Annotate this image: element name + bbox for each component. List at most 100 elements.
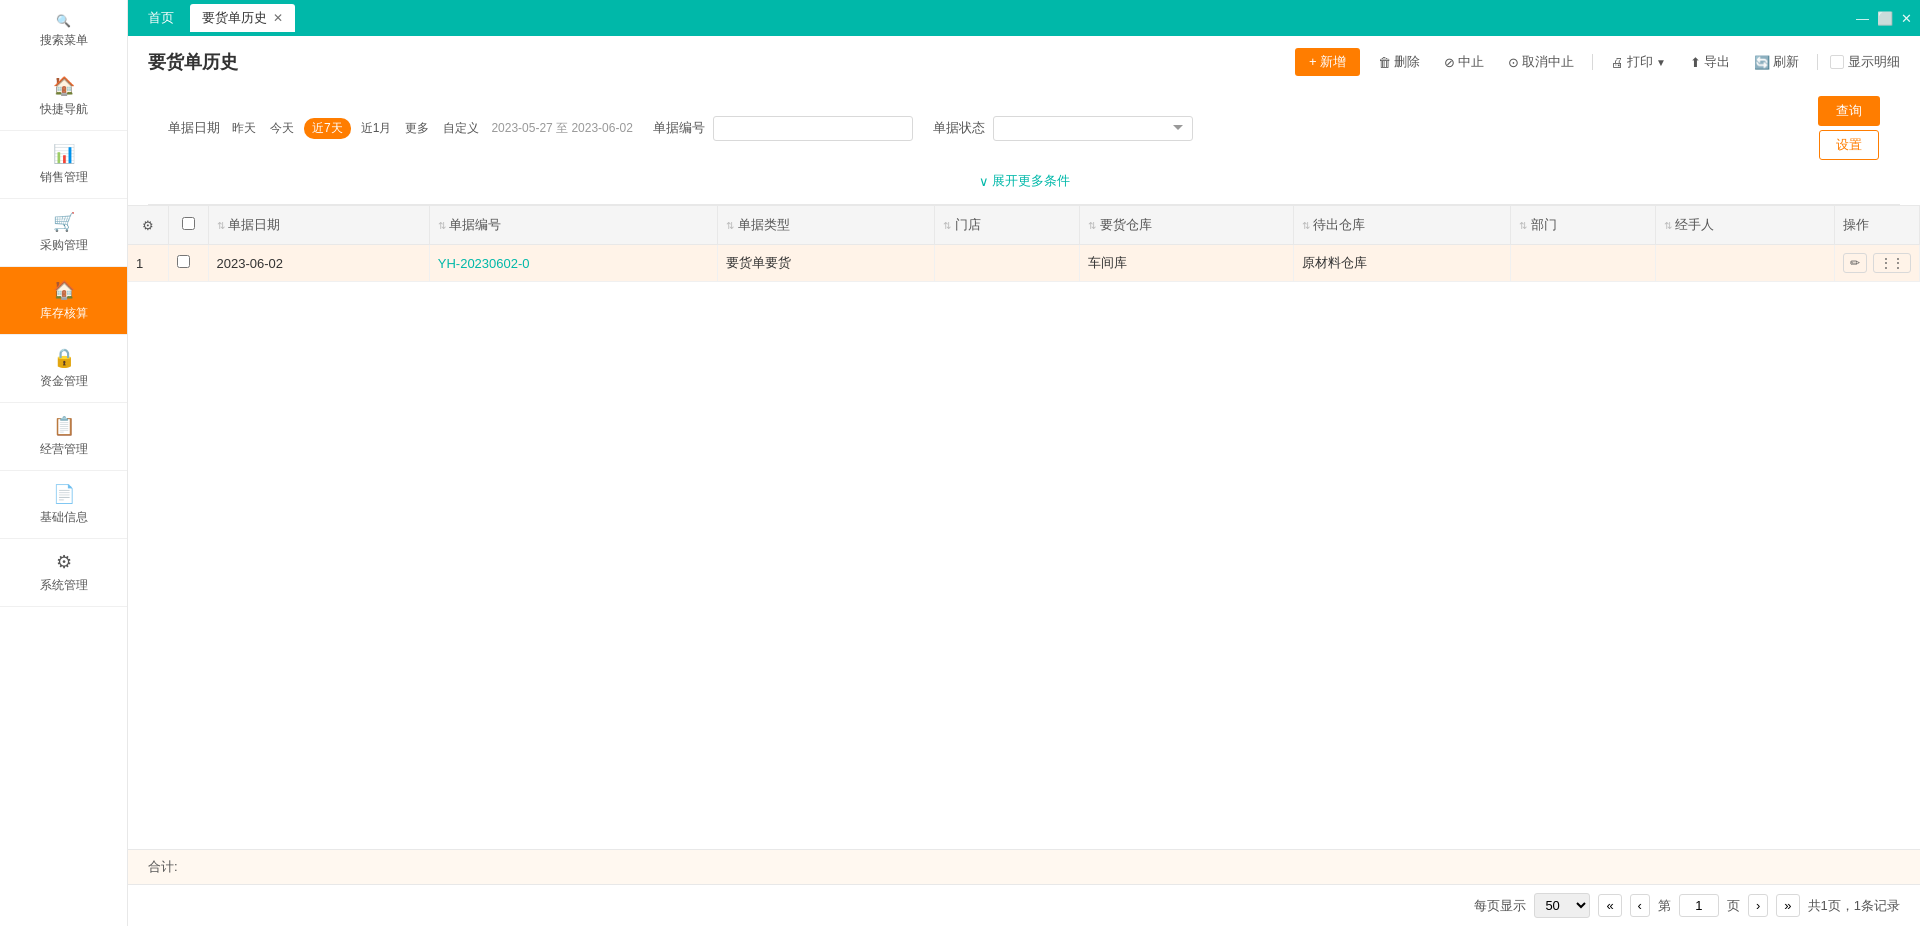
prev-page-btn[interactable]: ‹ (1630, 894, 1650, 917)
tab-order-history-label: 要货单历史 (202, 9, 267, 27)
last-page-btn[interactable]: » (1776, 894, 1799, 917)
chart-icon: 📊 (53, 143, 75, 165)
sidebar-label-inventory: 库存核算 (40, 305, 88, 322)
td-store (935, 245, 1080, 282)
date-shortcuts: 昨天 今天 近7天 近1月 更多 自定义 (228, 118, 483, 139)
export-button[interactable]: ⬆ 导出 (1684, 49, 1736, 75)
td-department (1511, 245, 1656, 282)
th-checkbox[interactable] (168, 206, 208, 245)
refresh-icon: 🔄 (1754, 55, 1770, 70)
sidebar-item-operations[interactable]: 📋 经营管理 (0, 403, 127, 471)
select-all-checkbox[interactable] (182, 217, 195, 230)
edit-icon[interactable]: ✏ (1843, 253, 1867, 273)
sidebar-item-search-menu[interactable]: 🔍 搜索菜单 (0, 0, 127, 63)
status-filter-group: 单据状态 (933, 116, 1193, 141)
tab-order-history[interactable]: 要货单历史 ✕ (190, 4, 295, 32)
display-detail-toggle[interactable]: 显示明细 (1830, 53, 1900, 71)
toolbar-divider-1 (1592, 54, 1593, 70)
td-warehouse: 车间库 (1080, 245, 1294, 282)
refresh-button[interactable]: 🔄 刷新 (1748, 49, 1805, 75)
stop-icon: ⊘ (1444, 55, 1455, 70)
sidebar-label-system: 系统管理 (40, 577, 88, 594)
table-area: ⚙ ⇅ 单据日期 ⇅ 单据编号 ⇅ 单据类型 ⇅ 门店 ⇅ 要货仓库 ⇅ 待出仓… (128, 206, 1920, 849)
window-close-btn[interactable]: ✕ (1901, 11, 1912, 26)
print-btn-label: 打印 (1627, 53, 1653, 71)
query-button[interactable]: 查询 (1818, 96, 1880, 126)
delete-button[interactable]: 🗑 删除 (1372, 49, 1426, 75)
new-button[interactable]: + 新增 (1295, 48, 1360, 76)
expand-filter-button[interactable]: ∨ 展开更多条件 (979, 172, 1070, 190)
cancel-stop-btn-label: 取消中止 (1522, 53, 1574, 71)
date-shortcut-yesterday[interactable]: 昨天 (228, 118, 260, 139)
date-shortcut-more[interactable]: 更多 (401, 118, 433, 139)
sidebar-item-purchase[interactable]: 🛒 采购管理 (0, 199, 127, 267)
first-page-btn[interactable]: « (1598, 894, 1621, 917)
tab-home[interactable]: 首页 (136, 4, 186, 32)
td-pending-wh: 原材料仓库 (1293, 245, 1510, 282)
td-order-no: YH-20230602-0 (429, 245, 717, 282)
toolbar: + 新增 🗑 删除 ⊘ 中止 ⊙ 取消中止 (1295, 48, 1900, 76)
stop-btn-label: 中止 (1458, 53, 1484, 71)
home-icon: 🏠 (53, 75, 75, 97)
page-title: 要货单历史 (148, 50, 238, 74)
more-icon[interactable]: ⋮⋮ (1873, 253, 1911, 273)
stop-button[interactable]: ⊘ 中止 (1438, 49, 1490, 75)
date-shortcut-1month[interactable]: 近1月 (357, 118, 396, 139)
export-btn-label: 导出 (1704, 53, 1730, 71)
td-handler (1655, 245, 1834, 282)
display-detail-checkbox[interactable] (1830, 55, 1844, 69)
th-order-no: ⇅ 单据编号 (429, 206, 717, 245)
row-checkbox[interactable] (177, 255, 190, 268)
page-label: 第 (1658, 897, 1671, 915)
print-button[interactable]: 🖨 打印 ▼ (1605, 49, 1672, 75)
total-records: 共1页，1条记录 (1808, 897, 1900, 915)
sidebar: 🔍 搜索菜单 🏠 快捷导航 📊 销售管理 🛒 采购管理 🏠 库存核算 🔒 资金管… (0, 0, 128, 926)
td-checkbox[interactable] (168, 245, 208, 282)
order-no-input[interactable] (713, 116, 913, 141)
expand-icon: ∨ (979, 174, 989, 189)
date-filter-label: 单据日期 (168, 119, 220, 137)
sidebar-item-basic-info[interactable]: 📄 基础信息 (0, 471, 127, 539)
th-warehouse: ⇅ 要货仓库 (1080, 206, 1294, 245)
sidebar-item-finance[interactable]: 🔒 资金管理 (0, 335, 127, 403)
sidebar-label-finance: 资金管理 (40, 373, 88, 390)
order-no-filter-group: 单据编号 (653, 116, 913, 141)
operations-icon: 📋 (53, 415, 75, 437)
window-minimize-btn[interactable]: — (1856, 11, 1869, 26)
date-shortcut-today[interactable]: 今天 (266, 118, 298, 139)
cancel-stop-button[interactable]: ⊙ 取消中止 (1502, 49, 1580, 75)
page-suffix: 页 (1727, 897, 1740, 915)
print-dropdown-icon: ▼ (1656, 57, 1666, 68)
query-buttons: 查询 设置 (1818, 96, 1880, 160)
page-input[interactable] (1679, 894, 1719, 917)
main-content: 首页 要货单历史 ✕ — ⬜ ✕ 要货单历史 + 新增 🗑 删 (128, 0, 1920, 926)
sidebar-label-operations: 经营管理 (40, 441, 88, 458)
sidebar-item-sales[interactable]: 📊 销售管理 (0, 131, 127, 199)
th-department: ⇅ 部门 (1511, 206, 1656, 245)
sidebar-item-quick-nav[interactable]: 🏠 快捷导航 (0, 63, 127, 131)
print-icon: 🖨 (1611, 55, 1624, 70)
sidebar-item-system[interactable]: ⚙ 系统管理 (0, 539, 127, 607)
search-icon: 🔍 (56, 14, 71, 28)
window-restore-btn[interactable]: ⬜ (1877, 11, 1893, 26)
display-detail-label: 显示明细 (1848, 53, 1900, 71)
date-shortcut-custom[interactable]: 自定义 (439, 118, 483, 139)
action-icons: ✏ ⋮⋮ (1843, 253, 1911, 273)
setting-button[interactable]: 设置 (1819, 130, 1879, 160)
sidebar-label-purchase: 采购管理 (40, 237, 88, 254)
status-select[interactable] (993, 116, 1193, 141)
tab-close-icon[interactable]: ✕ (273, 11, 283, 25)
per-page-select[interactable]: 50 10 20 100 (1534, 893, 1590, 918)
th-store: ⇅ 门店 (935, 206, 1080, 245)
page-header: 要货单历史 + 新增 🗑 删除 ⊘ 中止 ⊙ 取消中止 (128, 36, 1920, 206)
status-label: 单据状态 (933, 119, 985, 137)
next-page-btn[interactable]: › (1748, 894, 1768, 917)
page-area: 要货单历史 + 新增 🗑 删除 ⊘ 中止 ⊙ 取消中止 (128, 36, 1920, 926)
delete-btn-label: 删除 (1394, 53, 1420, 71)
order-no-link[interactable]: YH-20230602-0 (438, 256, 530, 271)
th-settings[interactable]: ⚙ (128, 206, 168, 245)
th-type: ⇅ 单据类型 (718, 206, 935, 245)
date-shortcut-7days[interactable]: 近7天 (304, 118, 351, 139)
sidebar-item-inventory[interactable]: 🏠 库存核算 (0, 267, 127, 335)
new-btn-label: + 新增 (1309, 53, 1346, 71)
